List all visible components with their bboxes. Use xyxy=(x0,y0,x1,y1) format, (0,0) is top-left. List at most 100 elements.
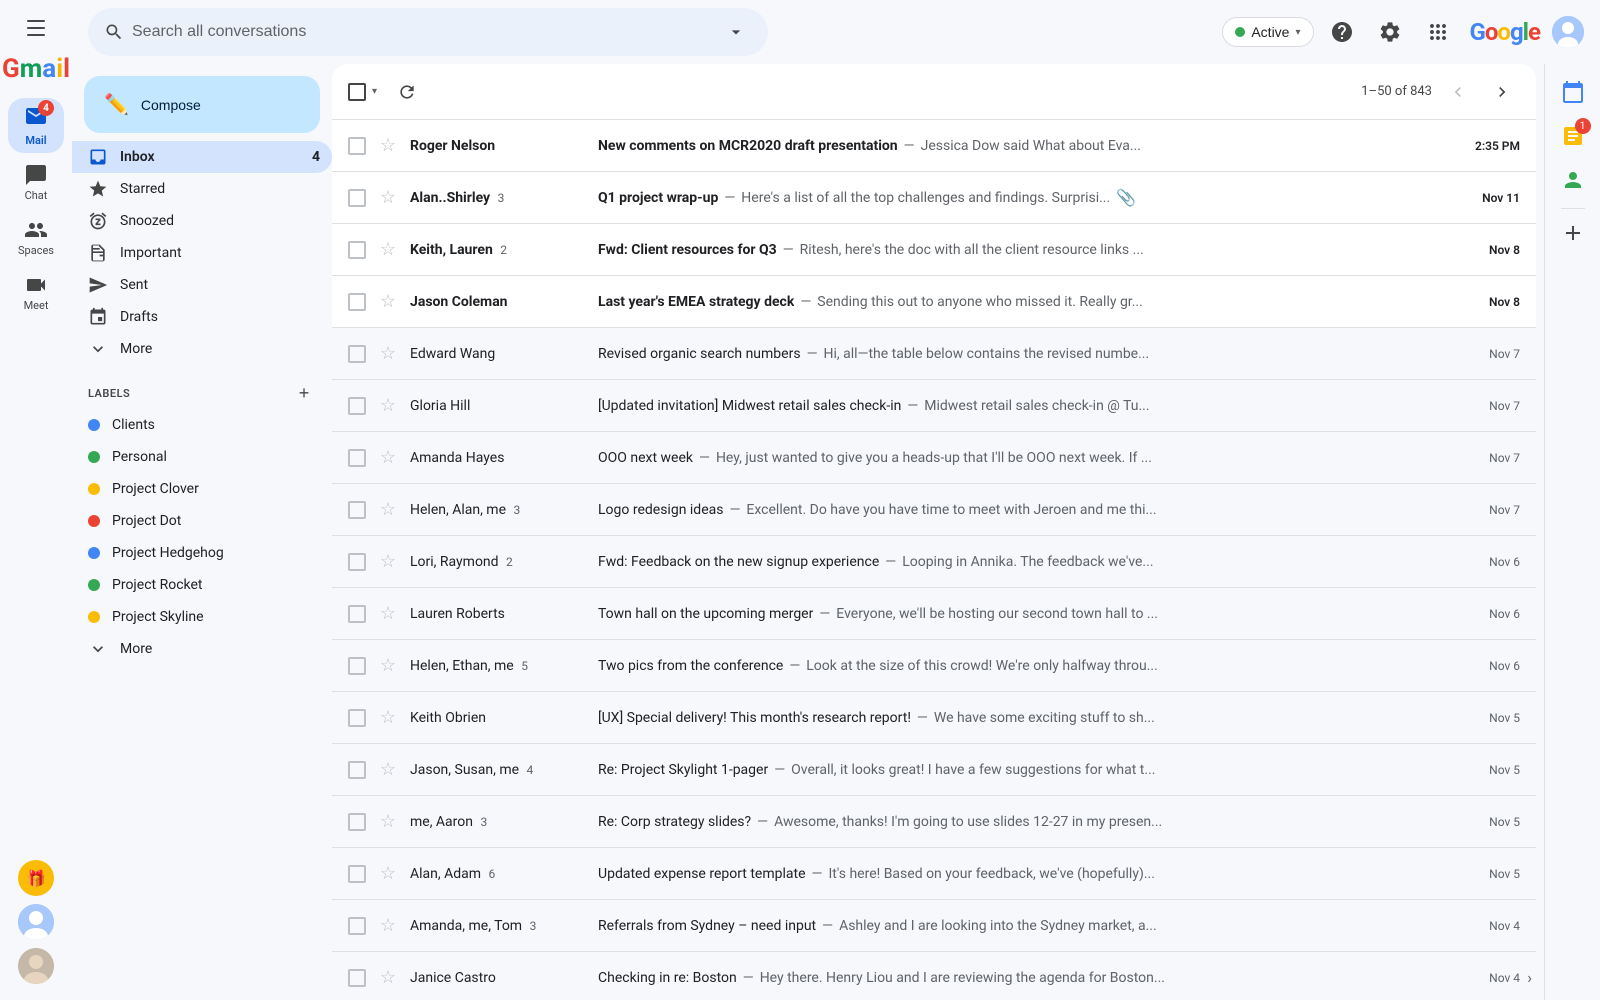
email-row[interactable]: ☆ Alan, Adam 6 Updated expense report te… xyxy=(332,848,1536,900)
email-row-checkbox[interactable] xyxy=(348,553,366,571)
settings-button[interactable] xyxy=(1370,12,1410,52)
star-button[interactable]: ☆ xyxy=(374,964,402,992)
labels-more-button[interactable]: More xyxy=(72,633,332,665)
star-button[interactable]: ☆ xyxy=(374,496,402,524)
email-row[interactable]: ☆ Edward Wang Revised organic search num… xyxy=(332,328,1536,380)
sidebar-item-mail[interactable]: 4 Mail xyxy=(8,98,64,153)
label-item-project-dot[interactable]: Project Dot xyxy=(72,505,332,537)
email-row[interactable]: ☆ Jason Coleman Last year's EMEA strateg… xyxy=(332,276,1536,328)
star-button[interactable]: ☆ xyxy=(374,392,402,420)
label-item-project-skyline[interactable]: Project Skyline xyxy=(72,601,332,633)
compose-button[interactable]: ✏️ Compose xyxy=(84,76,320,133)
email-row[interactable]: ☆ me, Aaron 3 Re: Corp strategy slides? … xyxy=(332,796,1536,848)
select-dropdown-arrow[interactable]: ▾ xyxy=(368,82,381,101)
email-row[interactable]: ☆ Helen, Ethan, me 5 Two pics from the c… xyxy=(332,640,1536,692)
add-label-button[interactable]: + xyxy=(292,381,316,405)
calendar-panel-button[interactable] xyxy=(1553,72,1593,112)
star-button[interactable]: ☆ xyxy=(374,704,402,732)
email-row[interactable]: ☆ Lauren Roberts Town hall on the upcomi… xyxy=(332,588,1536,640)
sidebar-item-chat[interactable]: Chat xyxy=(8,157,64,208)
email-row[interactable]: ☆ Helen, Alan, me 3 Logo redesign ideas … xyxy=(332,484,1536,536)
label-item-personal[interactable]: Personal xyxy=(72,441,332,473)
email-row-checkbox[interactable] xyxy=(348,449,366,467)
label-item-project-hedgehog[interactable]: Project Hedgehog xyxy=(72,537,332,569)
email-row-checkbox[interactable] xyxy=(348,865,366,883)
user-avatar-2[interactable] xyxy=(18,904,54,940)
email-row-checkbox[interactable] xyxy=(348,345,366,363)
google-apps-button[interactable] xyxy=(1418,12,1458,52)
email-row[interactable]: ☆ Keith, Lauren 2 Fwd: Client resources … xyxy=(332,224,1536,276)
email-row-checkbox[interactable] xyxy=(348,969,366,987)
email-row-checkbox[interactable] xyxy=(348,917,366,935)
email-row-checkbox[interactable] xyxy=(348,657,366,675)
labels-section-header: Labels + xyxy=(72,365,332,409)
email-content: Re: Project Skylight 1-pager — Overall, … xyxy=(598,762,1432,778)
star-button[interactable]: ☆ xyxy=(374,444,402,472)
label-item-clients[interactable]: Clients xyxy=(72,409,332,441)
star-button[interactable]: ☆ xyxy=(374,548,402,576)
sidebar-item-meet[interactable]: Meet xyxy=(8,267,64,318)
email-row-checkbox[interactable] xyxy=(348,293,366,311)
email-content: Checking in re: Boston — Hey there. Henr… xyxy=(598,970,1432,986)
star-button[interactable]: ☆ xyxy=(374,860,402,888)
sidebar-item-drafts[interactable]: Drafts xyxy=(72,301,332,333)
email-row-checkbox[interactable] xyxy=(348,501,366,519)
email-snippet: We have some exciting stuff to sh... xyxy=(934,710,1155,726)
email-row[interactable]: ☆ Roger Nelson New comments on MCR2020 d… xyxy=(332,120,1536,172)
sidebar-item-important[interactable]: Important xyxy=(72,237,332,269)
star-button[interactable]: ☆ xyxy=(374,184,402,212)
email-row-checkbox[interactable] xyxy=(348,189,366,207)
email-row-checkbox[interactable] xyxy=(348,241,366,259)
search-input[interactable] xyxy=(132,23,712,41)
pagination-prev-button[interactable] xyxy=(1440,74,1476,110)
email-row-checkbox[interactable] xyxy=(348,761,366,779)
search-dropdown-button[interactable] xyxy=(720,16,752,48)
sidebar-item-snoozed[interactable]: Snoozed xyxy=(72,205,332,237)
tasks-panel-button[interactable]: 1 xyxy=(1553,116,1593,156)
email-row[interactable]: ☆ Alan..Shirley 3 Q1 project wrap-up — H… xyxy=(332,172,1536,224)
sidebar-more-button[interactable]: More xyxy=(72,333,332,365)
user-avatar-3[interactable] xyxy=(18,948,54,984)
email-snippet: Hey there. Henry Liou and I are reviewin… xyxy=(760,970,1165,986)
user-avatar-1[interactable]: 🎁 xyxy=(18,860,54,896)
star-button[interactable]: ☆ xyxy=(374,132,402,160)
star-button[interactable]: ☆ xyxy=(374,600,402,628)
sidebar-item-starred[interactable]: Starred xyxy=(72,173,332,205)
sidebar-item-sent[interactable]: Sent xyxy=(72,269,332,301)
refresh-button[interactable] xyxy=(389,74,425,110)
star-button[interactable]: ☆ xyxy=(374,912,402,940)
email-row[interactable]: ☆ Lori, Raymond 2 Fwd: Feedback on the n… xyxy=(332,536,1536,588)
star-button[interactable]: ☆ xyxy=(374,756,402,784)
sidebar-item-spaces[interactable]: Spaces xyxy=(8,212,64,263)
email-row-checkbox[interactable] xyxy=(348,397,366,415)
email-row[interactable]: ☆ Keith Obrien [UX] Special delivery! Th… xyxy=(332,692,1536,744)
star-button[interactable]: ☆ xyxy=(374,288,402,316)
account-avatar[interactable] xyxy=(1552,16,1584,48)
contacts-panel-button[interactable] xyxy=(1553,160,1593,200)
email-row[interactable]: ☆ Jason, Susan, me 4 Re: Project Skyligh… xyxy=(332,744,1536,796)
star-button[interactable]: ☆ xyxy=(374,236,402,264)
personal-label: Personal xyxy=(112,449,167,465)
email-row-checkbox[interactable] xyxy=(348,709,366,727)
email-row-checkbox[interactable] xyxy=(348,137,366,155)
sidebar-item-inbox[interactable]: Inbox 4 xyxy=(72,141,332,173)
hamburger-menu-button[interactable] xyxy=(16,8,56,48)
email-row-checkbox[interactable] xyxy=(348,813,366,831)
select-all-checkbox[interactable] xyxy=(348,83,366,101)
email-row-checkbox[interactable] xyxy=(348,605,366,623)
star-button[interactable]: ☆ xyxy=(374,808,402,836)
label-item-project-rocket[interactable]: Project Rocket xyxy=(72,569,332,601)
email-row[interactable]: ☆ Amanda, me, Tom 3 Referrals from Sydne… xyxy=(332,900,1536,952)
email-time: Nov 7 xyxy=(1440,347,1520,361)
star-button[interactable]: ☆ xyxy=(374,652,402,680)
help-button[interactable] xyxy=(1322,12,1362,52)
label-item-project-clover[interactable]: Project Clover xyxy=(72,473,332,505)
star-button[interactable]: ☆ xyxy=(374,340,402,368)
email-row[interactable]: ☆ Amanda Hayes OOO next week — Hey, just… xyxy=(332,432,1536,484)
email-row[interactable]: ☆ Gloria Hill [Updated invitation] Midwe… xyxy=(332,380,1536,432)
active-status-button[interactable]: Active ▾ xyxy=(1222,17,1313,47)
email-row[interactable]: ☆ Janice Castro Checking in re: Boston —… xyxy=(332,952,1536,992)
pagination-next-button[interactable] xyxy=(1484,74,1520,110)
chevron-down-icon xyxy=(726,22,746,42)
add-panel-button[interactable] xyxy=(1557,217,1589,249)
